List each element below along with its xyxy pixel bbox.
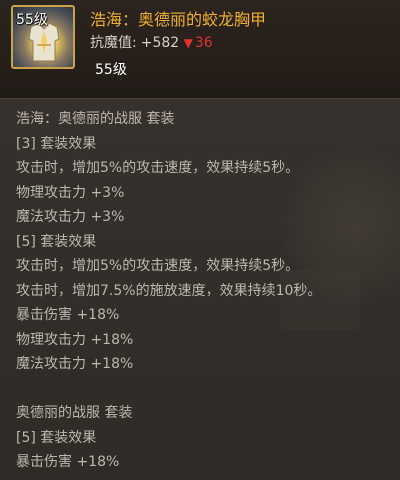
tooltip-header: 55级 浩海：奥德丽的蛟龙胸甲 抗魔值: +582 ▼ 36 55级 — [0, 0, 400, 99]
decrease-arrow-icon: ▼ — [183, 36, 193, 50]
set-bonus-line: 魔法攻击力 +3% — [16, 209, 125, 225]
item-name: 浩海：奥德丽的蛟龙胸甲 — [90, 10, 267, 29]
stat-line: 抗魔值: +582 ▼ 36 — [90, 32, 213, 52]
item-level-badge: 55级 — [16, 12, 48, 28]
tooltip-body: 浩海：奥德丽的战服 套装 [3] 套装效果 攻击时，增加5%的攻击速度，效果持续… — [0, 99, 400, 475]
set-bonus-header: [5] 套装效果 — [16, 233, 97, 250]
set-bonus-line: 攻击时，增加5%的攻击速度，效果持续5秒。 — [16, 160, 300, 176]
set-bonus-line: 物理攻击力 +3% — [16, 184, 125, 201]
set-bonus-header: [3] 套装效果 — [16, 135, 97, 152]
item-tooltip: 55级 浩海：奥德丽的蛟龙胸甲 抗魔值: +582 ▼ 36 55级 浩海：奥德丽的… — [0, 0, 400, 480]
stat-diff: 36 — [194, 35, 213, 51]
level-requirement: 55级 — [95, 62, 127, 78]
set-bonus-line: 暴击伤害 +18% — [16, 454, 120, 470]
set-bonus-line: 攻击时，增加7.5%的施放速度，效果持续10秒。 — [16, 282, 322, 299]
stat-label: 抗魔值: — [90, 35, 137, 51]
set-bonus-header: [5] 套装效果 — [16, 429, 97, 446]
stat-value: +582 — [140, 35, 180, 51]
chest-armor-icon[interactable]: 55级 — [11, 5, 75, 69]
set-bonus-line: 物理攻击力 +18% — [16, 331, 134, 348]
set-bonus-line: 暴击伤害 +18% — [16, 307, 120, 323]
set-bonus-line: 魔法攻击力 +18% — [16, 356, 134, 372]
set-bonus-line: 攻击时，增加5%的攻击速度，效果持续5秒。 — [16, 258, 300, 274]
set-title: 浩海：奥德丽的战服 套装 — [16, 111, 175, 127]
set-title: 奥德丽的战服 套装 — [16, 405, 133, 421]
